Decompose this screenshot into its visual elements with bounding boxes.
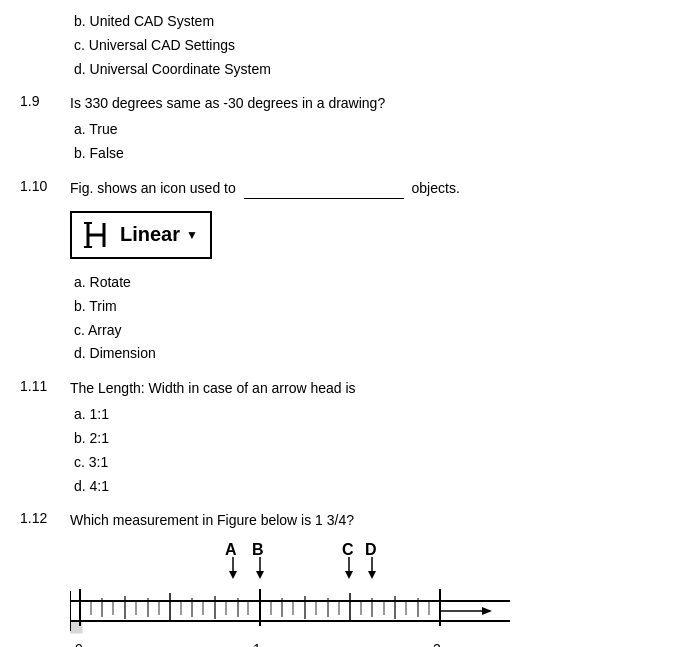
q-number-1-10: 1.10: [20, 178, 70, 366]
q-content-1-9: Is 330 degrees same as -30 degrees in a …: [70, 93, 680, 166]
ruler-num-2: 2: [433, 641, 441, 647]
q-text-1-9: Is 330 degrees same as -30 degrees in a …: [70, 93, 680, 114]
linear-label: Linear: [120, 223, 180, 246]
question-1-11: 1.11 The Length: Width in case of an arr…: [20, 378, 680, 498]
q-content-1-10: Fig. shows an icon used to objects.: [70, 178, 680, 366]
ruler-svg: [70, 581, 510, 641]
svg-rect-51: [70, 621, 82, 633]
svg-marker-50: [482, 607, 492, 615]
option-1-11-d: d. 4:1: [70, 475, 680, 499]
ruler-top-labels: A B C D: [70, 541, 510, 581]
blank-underline: [244, 198, 404, 199]
option-1-9-a: a. True: [70, 118, 680, 142]
option-1-11-b: b. 2:1: [70, 427, 680, 451]
q-text-after: objects.: [412, 180, 460, 196]
svg-marker-12: [368, 571, 376, 579]
dropdown-icon[interactable]: ▼: [186, 228, 198, 242]
q-text-1-11: The Length: Width in case of an arrow he…: [70, 378, 680, 399]
intro-content: b. United CAD System c. Universal CAD Se…: [70, 10, 680, 81]
options-1-9: a. True b. False: [70, 118, 680, 166]
q-number-blank: [20, 10, 70, 81]
option-1-10-a: a. Rotate: [70, 271, 680, 295]
q-text-1-12: Which measurement in Figure below is 1 3…: [70, 510, 680, 531]
option-1-10-d: d. Dimension: [70, 342, 680, 366]
option-c-ucs: c. Universal CAD Settings: [70, 34, 680, 58]
ruler-num-0: 0: [75, 641, 83, 647]
q-number-1-12: 1.12: [20, 510, 70, 647]
option-b-ucs: b. United CAD System: [70, 10, 680, 34]
option-1-11-a: a. 1:1: [70, 403, 680, 427]
options-1-10: a. Rotate b. Trim c. Array d. Dimension: [70, 271, 680, 366]
q-text-1-10: Fig. shows an icon used to objects.: [70, 178, 680, 199]
option-1-10-b: b. Trim: [70, 295, 680, 319]
label-arrows: [70, 557, 510, 581]
option-1-11-c: c. 3:1: [70, 451, 680, 475]
option-1-9-b: b. False: [70, 142, 680, 166]
q-content-1-11: The Length: Width in case of an arrow he…: [70, 378, 680, 498]
svg-marker-10: [345, 571, 353, 579]
q-number-1-9: 1.9: [20, 93, 70, 166]
svg-marker-6: [229, 571, 237, 579]
ruler-num-1: 1: [253, 641, 261, 647]
h-icon: [84, 219, 116, 251]
intro-options: b. United CAD System c. Universal CAD Se…: [20, 10, 680, 81]
q-number-1-11: 1.11: [20, 378, 70, 498]
options-1-11: a. 1:1 b. 2:1 c. 3:1 d. 4:1: [70, 403, 680, 498]
svg-marker-8: [256, 571, 264, 579]
ruler-figure: A B C D: [70, 541, 510, 647]
linear-icon-box: Linear ▼: [70, 211, 212, 259]
question-1-12: 1.12 Which measurement in Figure below i…: [20, 510, 680, 647]
question-1-9: 1.9 Is 330 degrees same as -30 degrees i…: [20, 93, 680, 166]
option-1-10-c: c. Array: [70, 319, 680, 343]
question-1-10: 1.10 Fig. shows an icon used to objects.: [20, 178, 680, 366]
h-shape-icon: [84, 219, 116, 251]
q-text-before: Fig. shows an icon used to: [70, 180, 236, 196]
ruler-numbers-row: 0 1 2: [70, 641, 510, 647]
option-d-ucs: d. Universal Coordinate System: [70, 58, 680, 82]
q-content-1-12: Which measurement in Figure below is 1 3…: [70, 510, 680, 647]
